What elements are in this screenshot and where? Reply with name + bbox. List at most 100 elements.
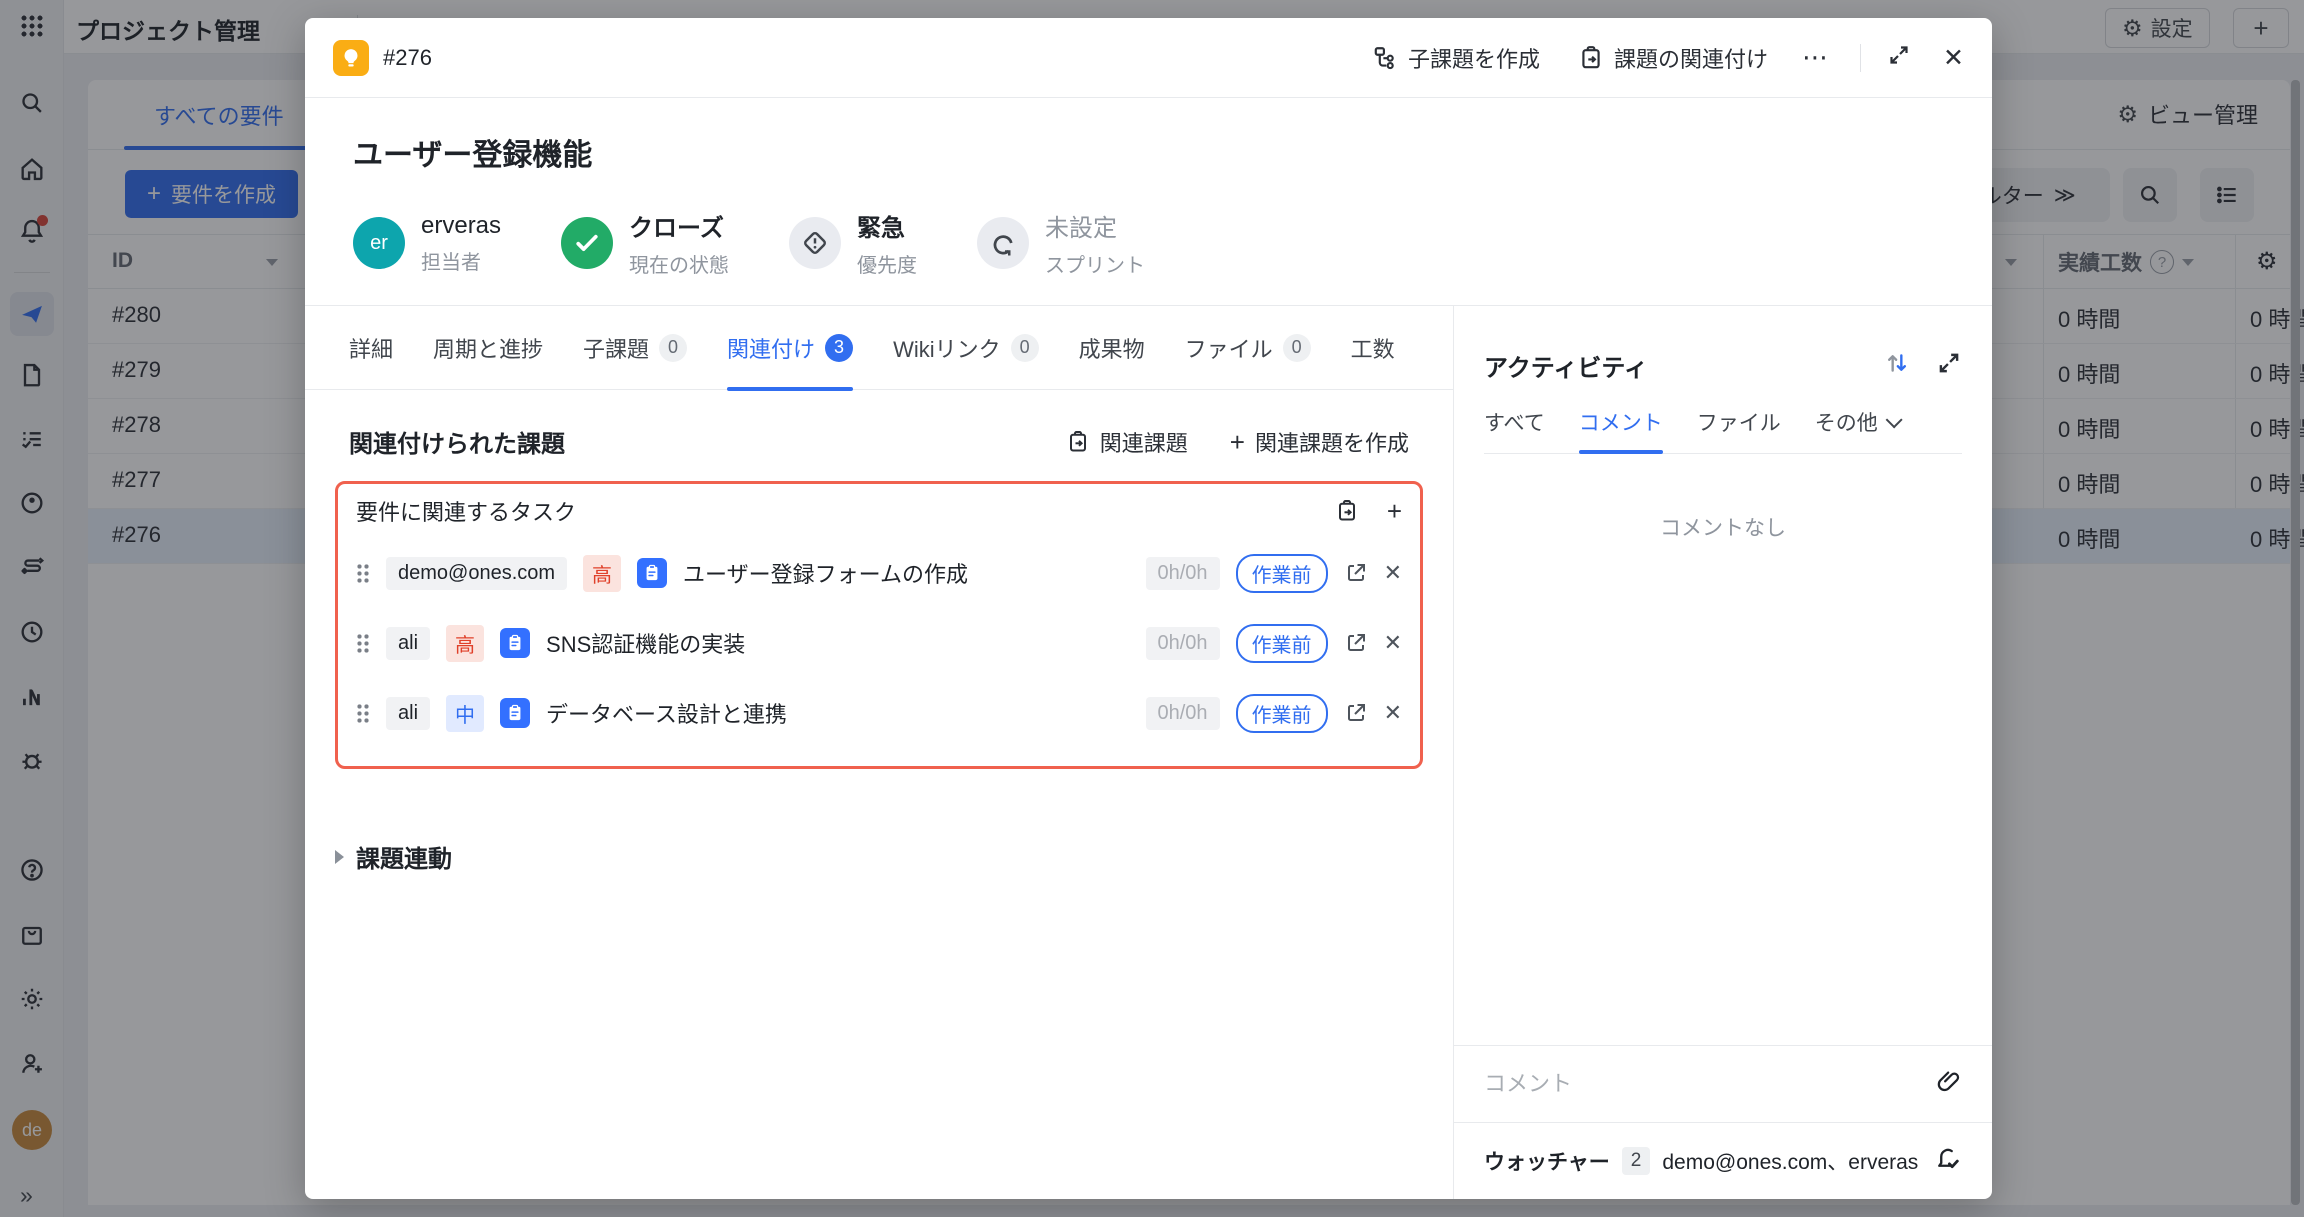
issue-id: #276 xyxy=(383,44,432,70)
tab-hours[interactable]: 工数 xyxy=(1351,306,1395,390)
issue-fields: er erveras 担当者 クローズ 現在の状態 緊急 優先度 未設定 スプリ… xyxy=(353,208,1944,278)
linked-task-row[interactable]: ali 高 SNS認証機能の実装 0h/0h 作業前 ✕ xyxy=(338,608,1420,678)
linked-task-row[interactable]: demo@ones.com 高 ユーザー登録フォームの作成 0h/0h 作業前 … xyxy=(338,538,1420,608)
task-title[interactable]: データベース設計と連携 xyxy=(546,697,1129,729)
priority-icon xyxy=(789,217,842,269)
issue-link-toggle[interactable]: 課題連動 xyxy=(335,839,1409,874)
link-issue-button[interactable]: 課題の関連付け xyxy=(1578,42,1768,74)
watcher-names: demo@ones.com、erveras xyxy=(1662,1151,1919,1174)
activity-tab-comments[interactable]: コメント xyxy=(1578,407,1663,454)
remove-link-icon[interactable]: ✕ xyxy=(1384,630,1402,656)
watcher-label: ウォッチャー xyxy=(1484,1151,1610,1174)
open-task-icon[interactable] xyxy=(1344,631,1368,655)
open-task-icon[interactable] xyxy=(1344,561,1368,585)
link-issue-label: 課題の関連付け xyxy=(1614,46,1769,72)
link-existing-issue-button[interactable]: 関連課題 xyxy=(1066,426,1188,458)
more-menu-icon[interactable]: ⋯ xyxy=(1802,42,1830,73)
task-title[interactable]: SNS認証機能の実装 xyxy=(546,627,1129,659)
issue-title: ユーザー登録機能 xyxy=(353,139,593,172)
create-linked-issue-button[interactable]: + 関連課題を作成 xyxy=(1230,426,1409,458)
remove-link-icon[interactable]: ✕ xyxy=(1384,700,1402,726)
task-hours: 0h/0h xyxy=(1145,556,1220,590)
comment-input-row xyxy=(1454,1045,1992,1122)
task-status-pill[interactable]: 作業前 xyxy=(1235,693,1328,733)
task-hours: 0h/0h xyxy=(1145,626,1220,660)
tab-wiki-links[interactable]: Wikiリンク 0 xyxy=(893,306,1039,390)
close-icon[interactable]: ✕ xyxy=(1943,43,1964,73)
status-label: 現在の状態 xyxy=(629,255,730,277)
tab-cycle-progress[interactable]: 周期と進捗 xyxy=(433,306,543,390)
link-existing-label: 関連課題 xyxy=(1099,430,1188,456)
tab-links[interactable]: 関連付け 3 xyxy=(727,306,854,391)
task-type-icon xyxy=(500,628,531,658)
empty-comments-text: コメントなし xyxy=(1660,517,1786,540)
tab-badge: 0 xyxy=(1010,333,1039,362)
task-type-icon xyxy=(637,558,668,588)
drag-handle-icon[interactable] xyxy=(356,563,370,583)
activity-panel: アクティビティ すべて コメント ファイル その他 コメントなし コメント ウォ… xyxy=(1453,306,1992,1199)
field-priority[interactable]: 緊急 優先度 xyxy=(789,208,917,278)
task-status-pill[interactable]: 作業前 xyxy=(1235,553,1328,593)
issue-link-label: 課題連動 xyxy=(356,846,452,873)
issue-detail-modal: #276 子課題を作成 課題の関連付け ⋯ ✕ ユーザー登録機能 er erve… xyxy=(305,18,1992,1199)
task-title[interactable]: ユーザー登録フォームの作成 xyxy=(683,557,1129,589)
field-status[interactable]: クローズ 現在の状態 xyxy=(561,208,729,278)
section-title: 関連付けられた課題 xyxy=(349,431,565,458)
issue-summary: ユーザー登録機能 er erveras 担当者 クローズ 現在の状態 緊急 優先… xyxy=(305,98,1992,306)
tab-badge: 3 xyxy=(825,333,854,362)
activity-tab-all[interactable]: すべて xyxy=(1484,407,1545,453)
subissue-icon xyxy=(1374,46,1394,69)
task-priority: 高 xyxy=(583,554,622,592)
open-task-icon[interactable] xyxy=(1344,701,1368,725)
drag-handle-icon[interactable] xyxy=(356,703,370,723)
tab-subissues[interactable]: 子課題 0 xyxy=(583,306,688,390)
tab-badge: 0 xyxy=(659,333,688,362)
comment-input[interactable] xyxy=(1484,1071,1935,1097)
linked-task-row[interactable]: ali 中 データベース設計と連携 0h/0h 作業前 ✕ xyxy=(338,678,1420,748)
priority-value: 緊急 xyxy=(857,215,906,242)
section-actions: 関連課題 + 関連課題を作成 xyxy=(1066,426,1409,458)
tab-details[interactable]: 詳細 xyxy=(349,306,393,390)
tab-files[interactable]: ファイル 0 xyxy=(1185,306,1311,390)
create-subissue-label: 子課題を作成 xyxy=(1408,46,1541,72)
sprint-label: スプリント xyxy=(1045,255,1146,277)
add-task-icon[interactable]: + xyxy=(1387,498,1402,524)
activity-title: アクティビティ xyxy=(1484,355,1648,382)
issue-tabs: 詳細 周期と進捗 子課題 0 関連付け 3 Wikiリンク 0 成果物 ファイル 0 工… xyxy=(305,306,1453,391)
header-divider xyxy=(1860,43,1862,72)
watcher-row: ウォッチャー 2 demo@ones.com、erveras xyxy=(1454,1122,1992,1199)
remove-link-icon[interactable]: ✕ xyxy=(1384,560,1402,586)
assignee-avatar: er xyxy=(353,217,405,269)
plus-icon: + xyxy=(1229,426,1245,457)
task-assignee: ali xyxy=(386,696,431,730)
field-assignee[interactable]: er erveras 担当者 xyxy=(353,208,501,278)
activity-tab-others[interactable]: その他 xyxy=(1814,407,1903,453)
task-assignee: ali xyxy=(386,626,431,660)
expand-icon[interactable] xyxy=(1887,43,1911,72)
status-value: クローズ xyxy=(629,215,724,242)
others-label: その他 xyxy=(1814,412,1878,435)
linked-tasks-group-header: 要件に関連するタスク + xyxy=(338,484,1420,538)
tab-deliverables[interactable]: 成果物 xyxy=(1079,306,1145,390)
link-issue-icon[interactable] xyxy=(1335,499,1359,523)
task-priority: 高 xyxy=(446,624,485,662)
task-priority: 中 xyxy=(446,694,485,732)
sprint-value: 未設定 xyxy=(1045,215,1118,242)
expand-icon[interactable] xyxy=(1936,350,1962,381)
task-type-icon xyxy=(500,698,531,728)
activity-tab-files[interactable]: ファイル xyxy=(1697,407,1781,453)
task-assignee: demo@ones.com xyxy=(386,556,568,590)
create-subissue-button[interactable]: 子課題を作成 xyxy=(1372,42,1540,74)
page: プロジェクト管理 プロジェクト 「チュートリアル」プロジェクト 概要 ガント ニ… xyxy=(0,0,2304,1217)
field-sprint[interactable]: 未設定 スプリント xyxy=(977,208,1145,278)
attachment-paperclip-icon[interactable] xyxy=(1935,1068,1962,1100)
sort-icon[interactable] xyxy=(1884,350,1910,381)
priority-label: 優先度 xyxy=(857,255,918,277)
requirement-type-icon xyxy=(333,39,369,76)
modal-body: 詳細 周期と進捗 子課題 0 関連付け 3 Wikiリンク 0 成果物 ファイル 0 工… xyxy=(305,306,1992,1199)
modal-actions: 子課題を作成 課題の関連付け ⋯ ✕ xyxy=(1334,42,1964,74)
link-issue-icon xyxy=(1582,45,1600,68)
watch-bell-check-icon[interactable] xyxy=(1934,1145,1962,1178)
task-status-pill[interactable]: 作業前 xyxy=(1235,623,1328,663)
drag-handle-icon[interactable] xyxy=(356,633,370,653)
